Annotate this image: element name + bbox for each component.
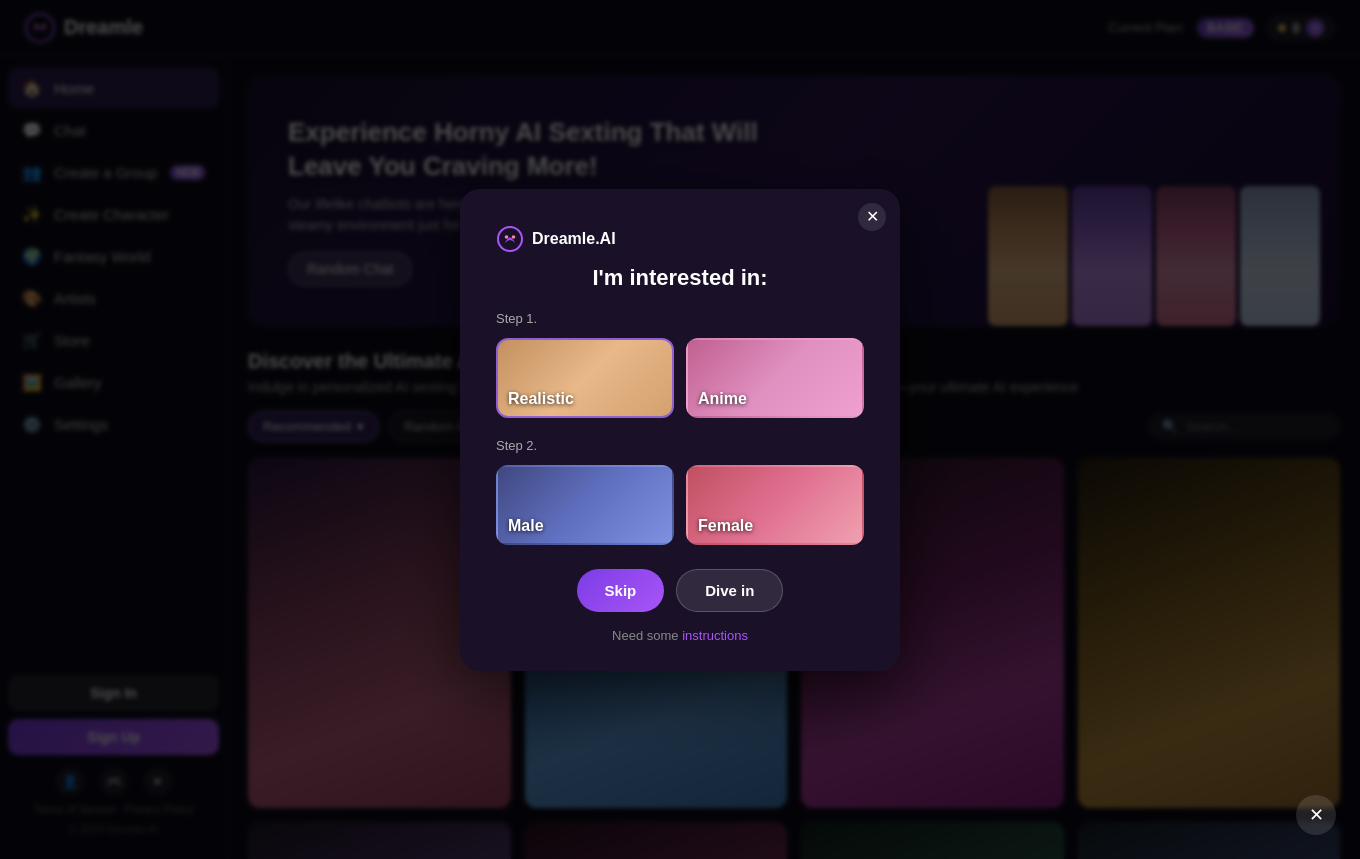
dive-in-button[interactable]: Dive in [676, 569, 783, 612]
modal-title: I'm interested in: [496, 265, 864, 291]
style-options-grid: Realistic Anime [496, 338, 864, 418]
modal-close-button[interactable]: ✕ [858, 203, 886, 231]
style-label-realistic: Realistic [498, 382, 584, 416]
step1-label: Step 1. [496, 311, 864, 326]
gender-option-male[interactable]: Male [496, 465, 674, 545]
modal-logo-icon [496, 225, 524, 253]
style-label-anime: Anime [688, 382, 757, 416]
modal-logo-text: Dreamle.AI [532, 230, 616, 248]
gender-label-female: Female [688, 509, 763, 543]
gender-option-female[interactable]: Female [686, 465, 864, 545]
gender-options-grid: Male Female [496, 465, 864, 545]
svg-point-5 [512, 235, 516, 239]
style-option-anime[interactable]: Anime [686, 338, 864, 418]
svg-point-4 [505, 235, 509, 239]
modal-overlay[interactable]: ✕ Dreamle.AI I'm interested in: Step 1. … [0, 0, 1360, 859]
step2-label: Step 2. [496, 438, 864, 453]
instructions-link[interactable]: instructions [682, 628, 748, 643]
skip-button[interactable]: Skip [577, 569, 665, 612]
gender-label-male: Male [498, 509, 554, 543]
modal-footer: Need some instructions [496, 628, 864, 643]
modal-logo-area: Dreamle.AI [496, 225, 864, 253]
corner-close-button[interactable]: ✕ [1296, 795, 1336, 835]
style-option-realistic[interactable]: Realistic [496, 338, 674, 418]
modal: ✕ Dreamle.AI I'm interested in: Step 1. … [460, 189, 900, 671]
modal-actions: Skip Dive in [496, 569, 864, 612]
